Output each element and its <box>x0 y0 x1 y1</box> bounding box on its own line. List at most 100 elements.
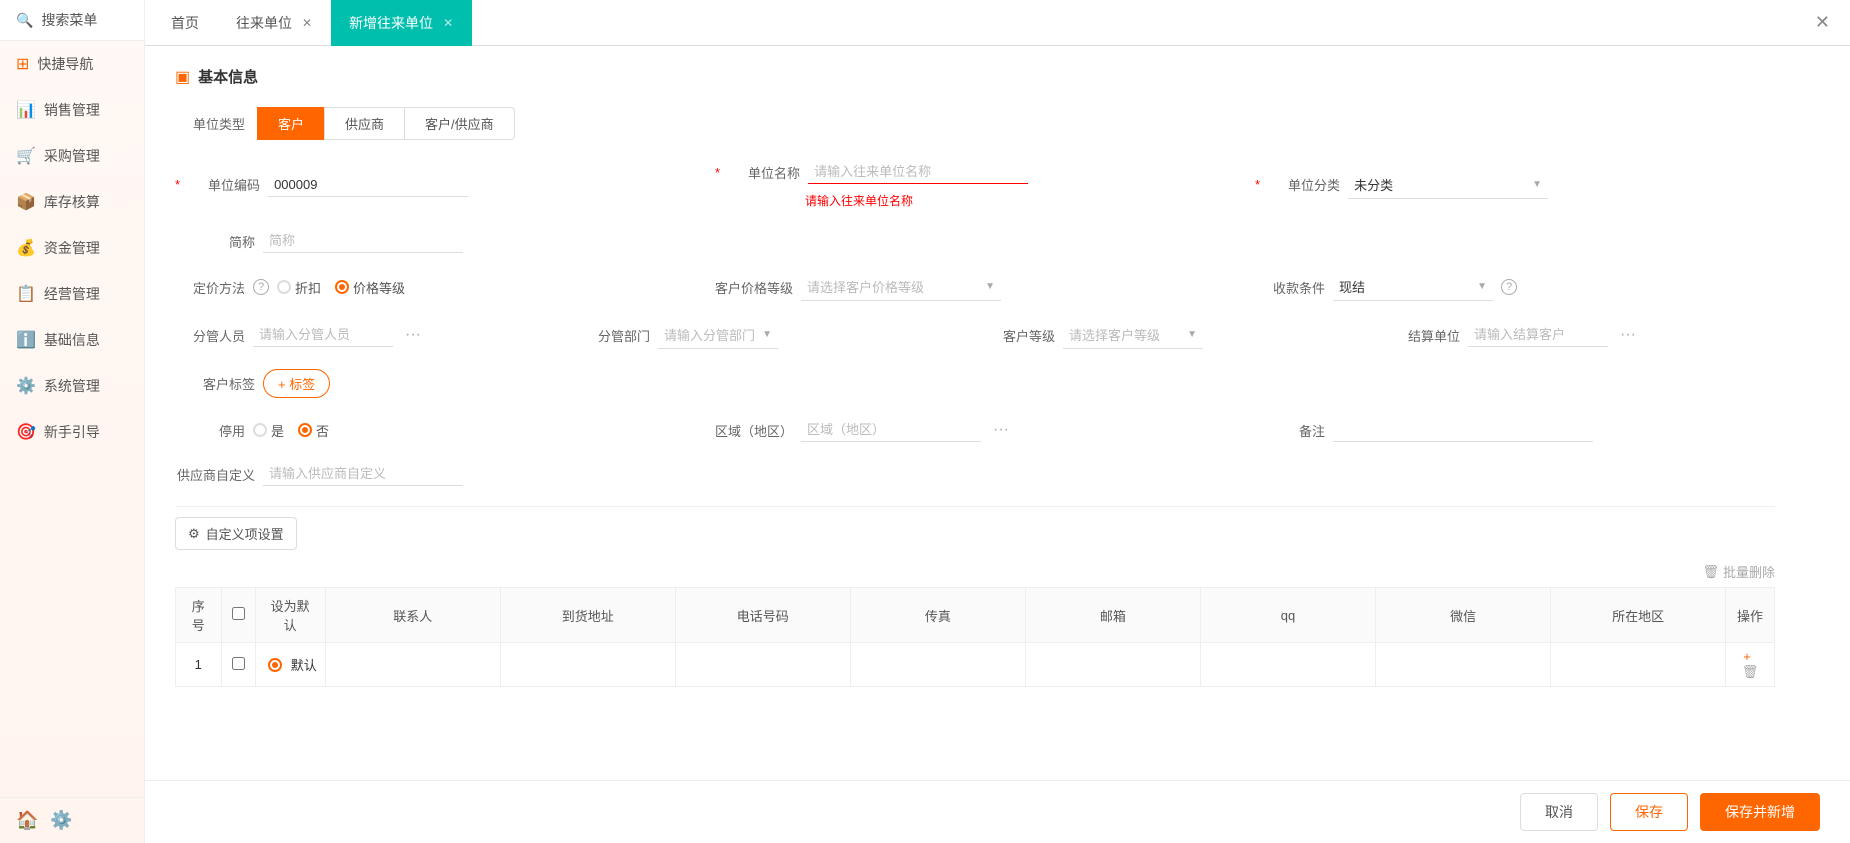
tab-contacts[interactable]: 往来单位 ✕ <box>218 0 331 46</box>
email-input[interactable] <box>1034 657 1192 672</box>
sidebar-item-finance[interactable]: 💰 资金管理 <box>0 225 144 271</box>
unit-category-select[interactable]: 未分类 ▼ <box>1348 171 1548 199</box>
unit-category-field: * 单位分类 未分类 ▼ <box>1255 160 1775 209</box>
table-body: 1 默认 <box>176 643 1775 687</box>
address-input[interactable] <box>509 657 667 672</box>
finance-icon: 💰 <box>16 238 36 258</box>
settlement-dots[interactable]: ··· <box>1616 326 1640 344</box>
customer-level-field: 客户等级 请选择客户等级 ▼ <box>985 321 1370 349</box>
pricing-radio-circle-discount <box>277 280 291 294</box>
dept-field: 分管部门 请输入分管部门 ▼ <box>580 321 965 349</box>
sidebar-label-system: 系统管理 <box>44 376 100 396</box>
region-input[interactable] <box>801 418 981 442</box>
settlement-field: 结算单位 ··· <box>1390 321 1775 349</box>
unit-category-value: 未分类 <box>1354 175 1393 194</box>
settings-icon[interactable]: ⚙️ <box>50 810 72 831</box>
customer-level-select[interactable]: 请选择客户等级 ▼ <box>1063 321 1203 349</box>
sidebar-item-guide[interactable]: 🎯 新手引导 <box>0 409 144 455</box>
disabled-radio-yes[interactable]: 是 <box>253 421 284 440</box>
dept-select[interactable]: 请输入分管部门 ▼ <box>658 321 778 349</box>
payment-help-icon[interactable]: ? <box>1501 279 1517 295</box>
pricing-option-level: 价格等级 <box>353 278 405 297</box>
manager-dots[interactable]: ··· <box>401 326 425 344</box>
disabled-radio-no[interactable]: 否 <box>298 421 329 440</box>
pricing-radio-discount[interactable]: 折扣 <box>277 278 321 297</box>
th-contact: 联系人 <box>325 588 500 643</box>
region-field: 区域（地区） ··· <box>715 418 1235 442</box>
tab-home[interactable]: 首页 <box>153 0 218 46</box>
search-menu[interactable]: 🔍 搜索菜单 <box>0 0 144 41</box>
row-add-btn[interactable]: + <box>1743 649 1751 664</box>
tag-field: 客户标签 + 标签 <box>175 369 1775 398</box>
tab-bar: 首页 往来单位 ✕ 新增往来单位 ✕ ✕ <box>145 0 1850 46</box>
row-codes: * 单位编码 * 单位名称 请输入往来单位名称 * 单位分类 <box>175 160 1775 209</box>
row-delete-btn[interactable]: 🗑 <box>1742 664 1759 679</box>
sidebar-item-operations[interactable]: 📋 经营管理 <box>0 271 144 317</box>
default-radio[interactable] <box>268 658 282 672</box>
sidebar-item-system[interactable]: ⚙️ 系统管理 <box>0 363 144 409</box>
cancel-button[interactable]: 取消 <box>1520 793 1598 831</box>
save-new-button[interactable]: 保存并新增 <box>1700 793 1820 831</box>
pricing-radio-level[interactable]: 价格等级 <box>335 278 405 297</box>
sidebar-label-finance: 资金管理 <box>44 238 100 258</box>
row-checkbox[interactable] <box>232 657 245 670</box>
sidebar: 🔍 搜索菜单 ⊞ 快捷导航 📊 销售管理 🛒 采购管理 📦 库存核算 💰 资金管… <box>0 0 145 843</box>
unit-type-label: 单位类型 <box>175 114 245 133</box>
custom-setting-button[interactable]: ⚙ 自定义项设置 <box>175 517 297 550</box>
unit-code-input[interactable] <box>268 173 468 197</box>
sidebar-label-basic-info: 基础信息 <box>44 330 100 350</box>
unit-type-btn-supplier[interactable]: 供应商 <box>324 107 404 140</box>
abbr-input[interactable] <box>263 229 463 253</box>
tab-contacts-label: 往来单位 <box>236 13 292 33</box>
manager-input[interactable] <box>253 323 393 347</box>
tab-new-contact-close[interactable]: ✕ <box>443 16 453 30</box>
remark-input[interactable] <box>1333 418 1593 442</box>
pricing-help-icon[interactable]: ? <box>253 279 269 295</box>
unit-type-btn-customer[interactable]: 客户 <box>257 107 324 140</box>
th-qq: qq <box>1200 588 1375 643</box>
window-close-icon[interactable]: ✕ <box>1803 12 1842 33</box>
supplier-custom-input[interactable] <box>263 462 463 486</box>
remark-label: 备注 <box>1255 421 1325 440</box>
home-icon[interactable]: 🏠 <box>16 810 38 831</box>
customer-price-arrow: ▼ <box>985 281 995 292</box>
payment-select[interactable]: 现结 ▼ <box>1333 273 1493 301</box>
batch-delete-button[interactable]: 🗑 批量删除 <box>1702 562 1775 581</box>
contact-input[interactable] <box>334 657 492 672</box>
customer-price-select[interactable]: 请选择客户价格等级 ▼ <box>801 273 1001 301</box>
required-star-cat: * <box>1255 177 1260 192</box>
fax-input[interactable] <box>859 657 1017 672</box>
region-dots[interactable]: ··· <box>989 421 1013 439</box>
qq-input[interactable] <box>1209 657 1367 672</box>
pricing-field: 定价方法 ? 折扣 价格等级 <box>175 273 695 301</box>
cell-actions: + 🗑 <box>1726 643 1775 687</box>
sidebar-item-sales[interactable]: 📊 销售管理 <box>0 87 144 133</box>
tab-contacts-close[interactable]: ✕ <box>302 16 312 30</box>
save-button[interactable]: 保存 <box>1610 793 1688 831</box>
th-phone: 电话号码 <box>675 588 850 643</box>
required-star-code: * <box>175 177 180 192</box>
tag-label: 客户标签 <box>175 374 255 393</box>
region-table-input[interactable] <box>1559 657 1717 672</box>
sidebar-label-inventory: 库存核算 <box>44 192 100 212</box>
row-pricing: 定价方法 ? 折扣 价格等级 客户价格等级 <box>175 273 1775 301</box>
sidebar-item-inventory[interactable]: 📦 库存核算 <box>0 179 144 225</box>
cell-contact <box>325 643 500 687</box>
phone-input[interactable] <box>684 657 842 672</box>
unit-type-btn-both[interactable]: 客户/供应商 <box>404 107 515 140</box>
customer-price-label: 客户价格等级 <box>715 278 793 297</box>
table-toolbar: 🗑 批量删除 <box>175 562 1775 581</box>
unit-name-input[interactable] <box>808 160 1028 184</box>
sidebar-bottom: 🏠 ⚙️ <box>0 797 144 843</box>
sidebar-item-purchase[interactable]: 🛒 采购管理 <box>0 133 144 179</box>
unit-category-label: 单位分类 <box>1270 175 1340 194</box>
tab-new-contact[interactable]: 新增往来单位 ✕ <box>331 0 472 46</box>
sidebar-item-quicknav[interactable]: ⊞ 快捷导航 <box>0 41 144 87</box>
wechat-input[interactable] <box>1384 657 1542 672</box>
settlement-input[interactable] <box>1468 323 1608 347</box>
delete-icon: 🗑 <box>1702 564 1719 580</box>
sidebar-item-basic-info[interactable]: ℹ️ 基础信息 <box>0 317 144 363</box>
dept-arrow: ▼ <box>762 329 772 340</box>
tag-add-button[interactable]: + 标签 <box>263 369 330 398</box>
select-all-checkbox[interactable] <box>232 607 245 620</box>
